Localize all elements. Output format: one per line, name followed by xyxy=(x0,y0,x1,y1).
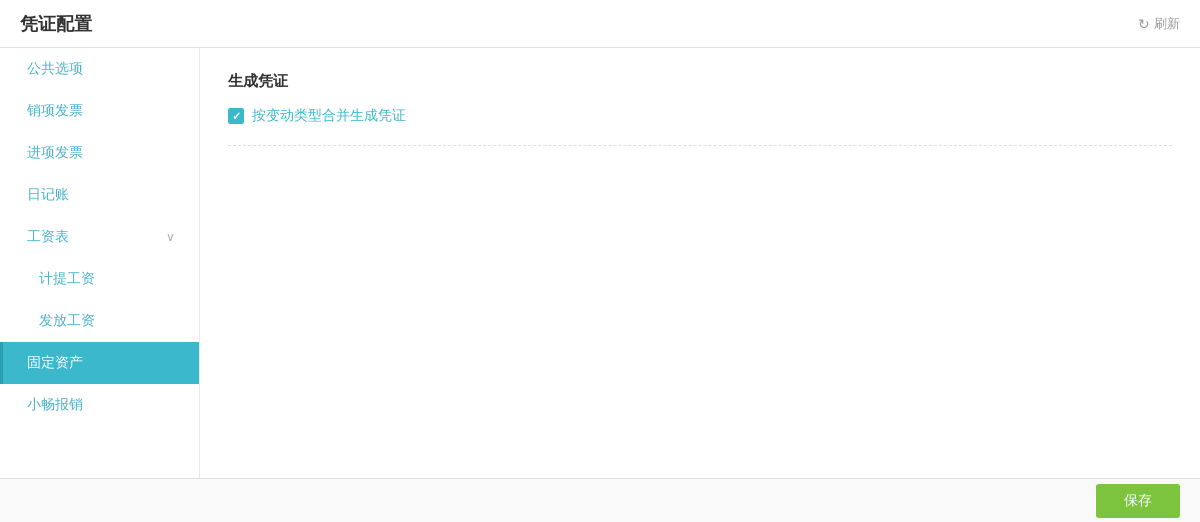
checkbox-label[interactable]: 按变动类型合并生成凭证 xyxy=(252,107,406,125)
sidebar-item-label: 公共选项 xyxy=(27,60,83,78)
merge-checkbox[interactable] xyxy=(228,108,244,124)
sidebar-item-journal[interactable]: 日记账 xyxy=(0,174,199,216)
sidebar-item-label: 进项发票 xyxy=(27,144,83,162)
sidebar-item-label: 工资表 xyxy=(27,228,69,246)
sidebar: 公共选项 销项发票 进项发票 日记账 工资表 ∨ 计提工资 发放工资 固定资产 … xyxy=(0,48,200,522)
refresh-icon: ↻ xyxy=(1138,16,1150,32)
checkbox-row: 按变动类型合并生成凭证 xyxy=(228,107,1172,125)
sidebar-item-salary[interactable]: 发放工资 xyxy=(0,300,199,342)
sidebar-item-label: 计提工资 xyxy=(39,270,95,288)
layout: 公共选项 销项发票 进项发票 日记账 工资表 ∨ 计提工资 发放工资 固定资产 … xyxy=(0,48,1200,522)
sidebar-item-label: 固定资产 xyxy=(27,354,83,372)
sidebar-item-public-options[interactable]: 公共选项 xyxy=(0,48,199,90)
section-divider xyxy=(228,145,1172,146)
sidebar-item-payroll[interactable]: 工资表 ∨ xyxy=(0,216,199,258)
sidebar-item-purchase-invoice[interactable]: 进项发票 xyxy=(0,132,199,174)
sidebar-item-label: 发放工资 xyxy=(39,312,95,330)
sidebar-item-label: 小畅报销 xyxy=(27,396,83,414)
sidebar-item-commission[interactable]: 计提工资 xyxy=(0,258,199,300)
refresh-button[interactable]: ↻ 刷新 xyxy=(1138,15,1180,33)
page-title: 凭证配置 xyxy=(20,12,92,36)
sidebar-item-label: 日记账 xyxy=(27,186,69,204)
main-content: 生成凭证 按变动类型合并生成凭证 xyxy=(200,48,1200,522)
sidebar-item-expense[interactable]: 小畅报销 xyxy=(0,384,199,426)
footer: 保存 xyxy=(0,478,1200,522)
sidebar-item-label: 销项发票 xyxy=(27,102,83,120)
header: 凭证配置 ↻ 刷新 xyxy=(0,0,1200,48)
save-button[interactable]: 保存 xyxy=(1096,484,1180,518)
sidebar-item-sales-invoice[interactable]: 销项发票 xyxy=(0,90,199,132)
section-title: 生成凭证 xyxy=(228,72,1172,91)
refresh-label: 刷新 xyxy=(1154,15,1180,33)
chevron-down-icon: ∨ xyxy=(166,230,175,244)
sidebar-item-fixed-assets[interactable]: 固定资产 xyxy=(0,342,199,384)
